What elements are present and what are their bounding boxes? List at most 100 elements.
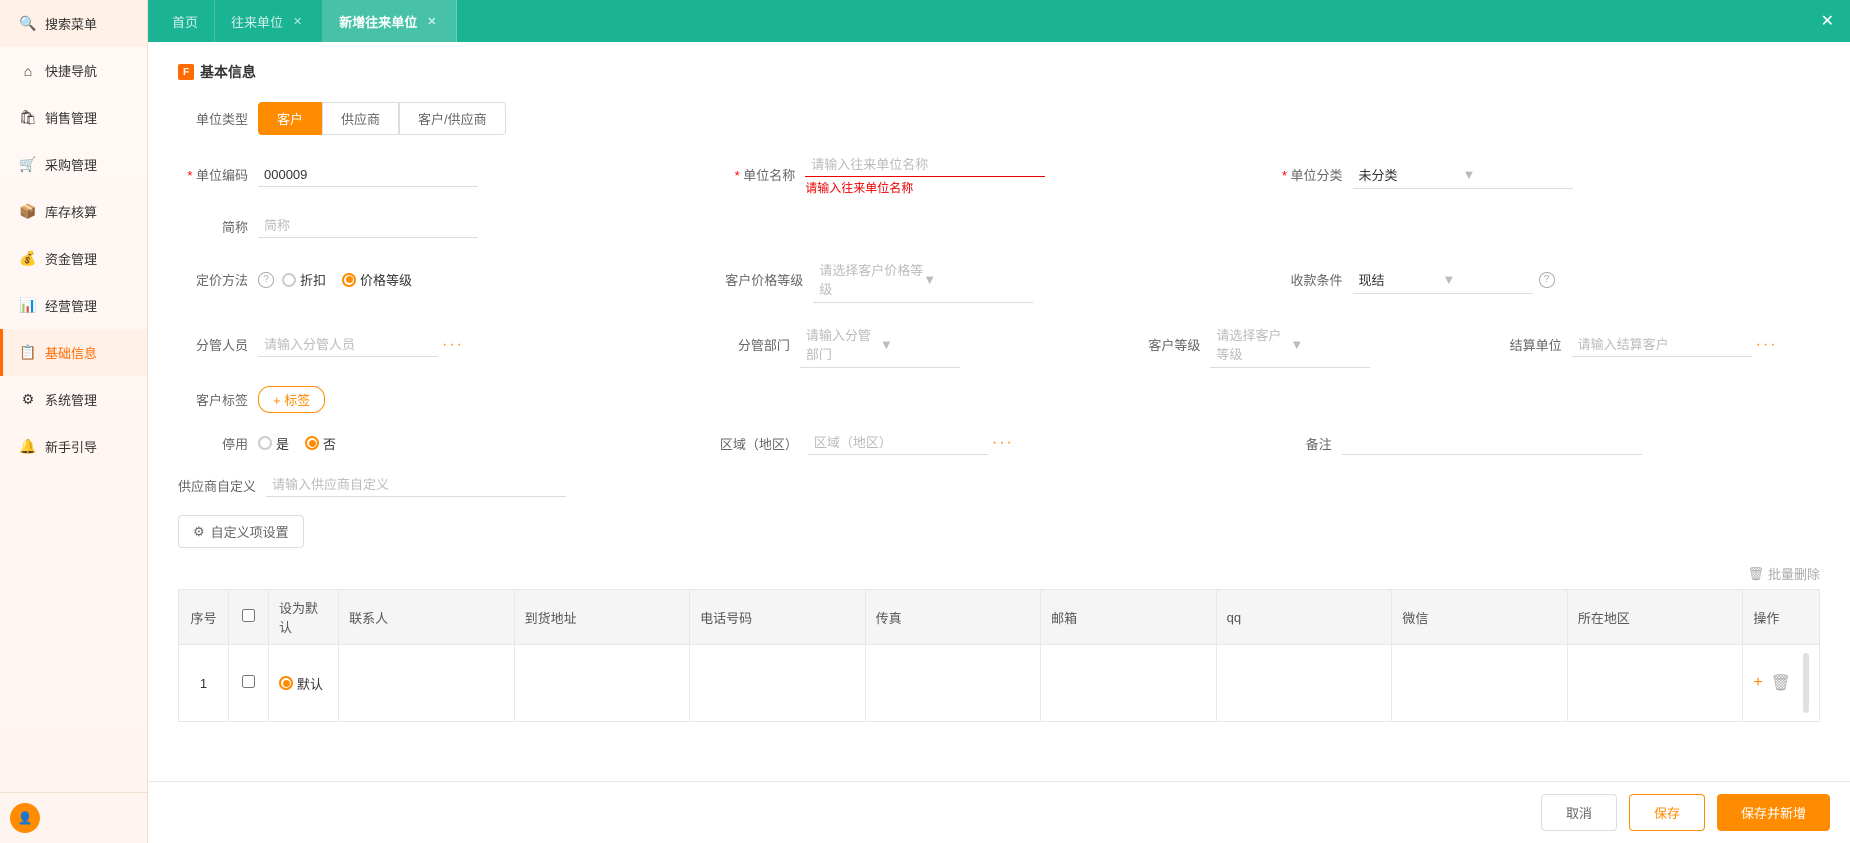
- col-area: 所在地区: [1567, 590, 1743, 645]
- form-row-shortname: 简称: [178, 214, 1820, 238]
- search-icon: 🔍: [19, 15, 37, 33]
- sidebar-item-operation[interactable]: 📊 经营管理: [0, 282, 147, 329]
- tab-new-contact-close[interactable]: ✕: [423, 13, 440, 30]
- wechat-input[interactable]: [1402, 676, 1557, 691]
- department-select[interactable]: 请输入分管部门 ▼: [800, 321, 960, 368]
- unit-category-col: 单位分类 未分类 ▼: [1273, 161, 1820, 189]
- customer-tag-label: 客户标签: [178, 390, 258, 409]
- row-address[interactable]: [514, 645, 690, 722]
- sidebar-item-quicknav[interactable]: ⌂ 快捷导航: [0, 47, 147, 94]
- email-input[interactable]: [1051, 676, 1206, 691]
- content-area: F 基本信息 单位类型 客户 供应商 客户/供应商 单位编码 单位名称: [148, 42, 1850, 781]
- form-row-supplier-custom: 供应商自定义: [178, 473, 1820, 497]
- unit-code-col: 单位编码: [178, 163, 725, 187]
- phone-input[interactable]: [700, 676, 855, 691]
- region-ellipsis-button[interactable]: ···: [988, 434, 1018, 452]
- payment-help-icon[interactable]: ?: [1539, 272, 1555, 288]
- select-all-checkbox[interactable]: [242, 609, 255, 622]
- sidebar-item-guide[interactable]: 🔔 新手引导: [0, 423, 147, 470]
- sidebar-item-system[interactable]: ⚙ 系统管理: [0, 376, 147, 423]
- contact-input[interactable]: [349, 676, 504, 691]
- main-area: 首页 往来单位 ✕ 新增往来单位 ✕ ✕ F 基本信息 单位类型 客户 供应商 …: [148, 0, 1850, 843]
- settlement-unit-col: 结算单位 ···: [1492, 333, 1820, 357]
- sales-icon: 🛍: [19, 109, 37, 127]
- qq-input[interactable]: [1227, 676, 1382, 691]
- unit-type-buttons: 客户 供应商 客户/供应商: [258, 102, 506, 135]
- row-contact[interactable]: [339, 645, 515, 722]
- save-button[interactable]: 保存: [1629, 794, 1705, 831]
- unit-code-input[interactable]: [258, 163, 478, 187]
- level-label: 价格等级: [360, 270, 412, 289]
- pricing-radio-level[interactable]: 价格等级: [342, 270, 412, 289]
- tab-new-contact[interactable]: 新增往来单位 ✕: [323, 0, 457, 42]
- add-tag-button[interactable]: + 标签: [258, 386, 325, 413]
- btn-type-supplier[interactable]: 供应商: [322, 102, 399, 135]
- sidebar-item-inventory[interactable]: 📦 库存核算: [0, 188, 147, 235]
- row-qq[interactable]: [1216, 645, 1392, 722]
- form-row-unit-type: 单位类型 客户 供应商 客户/供应商: [178, 102, 1820, 135]
- unit-category-select[interactable]: 未分类 ▼: [1353, 161, 1573, 189]
- operation-icon: 📊: [19, 297, 37, 315]
- sidebar: 🔍 搜索菜单 ⌂ 快捷导航 🛍 销售管理 🛒 采购管理 📦 库存核算 💰 资金管…: [0, 0, 148, 843]
- row-email[interactable]: [1041, 645, 1217, 722]
- manager-label: 分管人员: [178, 335, 258, 354]
- settlement-unit-input[interactable]: [1572, 333, 1752, 357]
- btn-type-customer[interactable]: 客户: [258, 102, 322, 135]
- form-row-manager: 分管人员 ··· 分管部门 请输入分管部门 ▼ 客户等级 请选择客户等级 ▼ 结…: [178, 321, 1820, 368]
- customer-level-arrow-icon: ▼: [1290, 337, 1364, 352]
- scrollbar: [1803, 653, 1809, 713]
- btn-type-both[interactable]: 客户/供应商: [399, 102, 506, 135]
- row-delete-button[interactable]: 🗑: [1771, 673, 1791, 693]
- region-input[interactable]: [808, 431, 988, 455]
- fax-input[interactable]: [876, 676, 1031, 691]
- manager-input[interactable]: [258, 333, 438, 357]
- window-close-button[interactable]: ✕: [1813, 7, 1842, 35]
- row-fax[interactable]: [865, 645, 1041, 722]
- tab-contacts-close[interactable]: ✕: [289, 13, 306, 30]
- disabled-no[interactable]: 否: [305, 434, 336, 453]
- payment-terms-select[interactable]: 现结 ▼: [1353, 266, 1533, 294]
- customer-level-select[interactable]: 请选择客户等级 ▼: [1210, 321, 1370, 368]
- disabled-radio-group: 是 否: [258, 434, 336, 453]
- area-input[interactable]: [1578, 676, 1733, 691]
- batch-delete-label[interactable]: 批量删除: [1768, 564, 1820, 583]
- batch-delete-row: 🗑 批量删除: [178, 564, 1820, 583]
- department-arrow-icon: ▼: [880, 337, 954, 352]
- row-phone[interactable]: [690, 645, 866, 722]
- user-avatar: 👤: [10, 803, 40, 833]
- department-label: 分管部门: [720, 335, 800, 354]
- address-input[interactable]: [525, 676, 680, 691]
- pricing-help-icon[interactable]: ?: [258, 272, 274, 288]
- table-header: 序号 设为默认 联系人 到货地址 电话号码 传真 邮箱 qq 微信 所在地区 操…: [179, 590, 1820, 645]
- customer-price-select[interactable]: 请选择客户价格等级 ▼: [813, 256, 1033, 303]
- discount-radio-circle: [282, 273, 296, 287]
- home-icon: ⌂: [19, 62, 37, 80]
- disabled-yes[interactable]: 是: [258, 434, 289, 453]
- row-add-button[interactable]: +: [1753, 674, 1762, 692]
- sidebar-item-sales[interactable]: 🛍 销售管理: [0, 94, 147, 141]
- custom-settings-button[interactable]: ⚙ 自定义项设置: [178, 515, 304, 548]
- unit-name-input[interactable]: [805, 153, 1045, 177]
- row-checkbox[interactable]: [242, 675, 255, 688]
- row-wechat[interactable]: [1392, 645, 1568, 722]
- remark-input[interactable]: [1342, 431, 1642, 455]
- sidebar-item-search[interactable]: 🔍 搜索菜单: [0, 0, 147, 47]
- manager-ellipsis-button[interactable]: ···: [438, 336, 468, 354]
- tab-contacts[interactable]: 往来单位 ✕: [215, 0, 323, 42]
- save-new-button[interactable]: 保存并新增: [1717, 794, 1830, 831]
- pricing-radio-discount[interactable]: 折扣: [282, 270, 326, 289]
- sidebar-item-finance[interactable]: 💰 资金管理: [0, 235, 147, 282]
- batch-delete-icon: 🗑: [1747, 566, 1764, 582]
- default-radio-circle: [279, 676, 293, 690]
- inventory-icon: 📦: [19, 203, 37, 221]
- row-area[interactable]: [1567, 645, 1743, 722]
- supplier-custom-input[interactable]: [266, 473, 566, 497]
- sidebar-item-purchase[interactable]: 🛒 采购管理: [0, 141, 147, 188]
- row-default-radio[interactable]: 默认: [279, 674, 328, 693]
- cancel-button[interactable]: 取消: [1541, 794, 1617, 831]
- tab-home[interactable]: 首页: [156, 0, 215, 42]
- short-name-input[interactable]: [258, 214, 478, 238]
- unit-name-error: 请输入往来单位名称: [805, 179, 1045, 196]
- sidebar-item-basicinfo[interactable]: 📋 基础信息: [0, 329, 147, 376]
- settlement-ellipsis-button[interactable]: ···: [1752, 336, 1782, 354]
